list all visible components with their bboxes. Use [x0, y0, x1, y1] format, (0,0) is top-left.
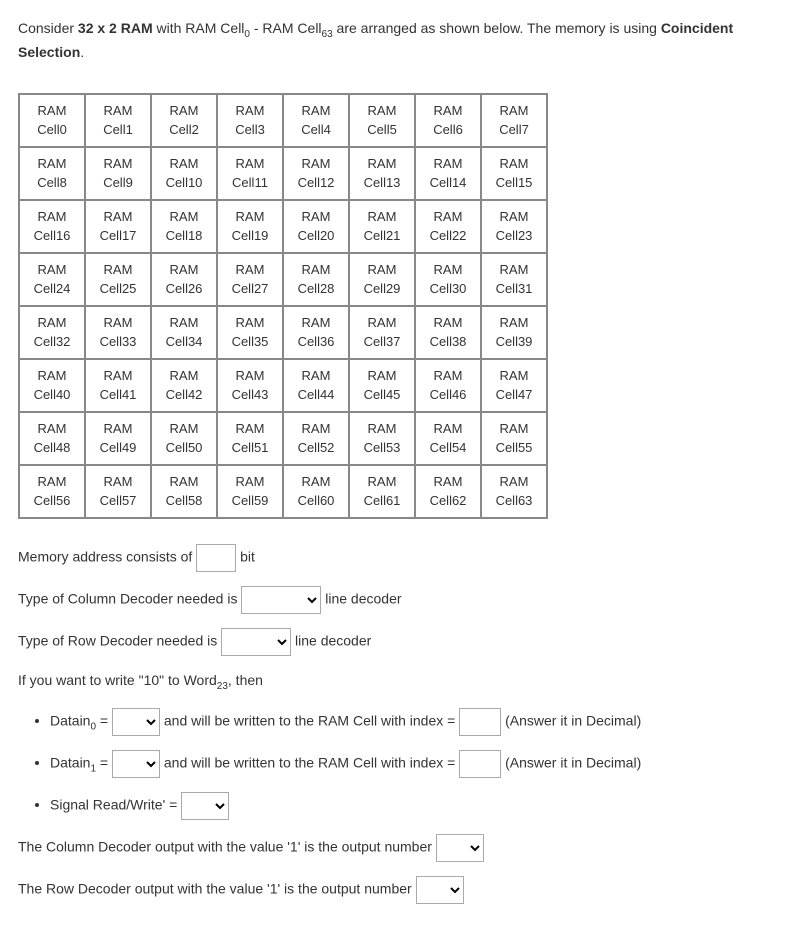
- q-write-word: If you want to write "10" to Word23, the…: [18, 670, 768, 694]
- ram-cell: RAMCell5: [349, 94, 415, 147]
- ram-cell: RAMCell34: [151, 306, 217, 359]
- intro-text: Consider 32 x 2 RAM with RAM Cell0 - RAM…: [18, 18, 768, 63]
- ram-cell: RAMCell7: [481, 94, 547, 147]
- signal-rw-item: Signal Read/Write' =: [50, 792, 768, 820]
- q-row-output: The Row Decoder output with the value '1…: [18, 876, 768, 904]
- ram-cell: RAMCell44: [283, 359, 349, 412]
- ram-cell: RAMCell52: [283, 412, 349, 465]
- ram-cell: RAMCell12: [283, 147, 349, 200]
- ram-cell: RAMCell10: [151, 147, 217, 200]
- ram-cell: RAMCell2: [151, 94, 217, 147]
- ram-cell: RAMCell13: [349, 147, 415, 200]
- ram-cell: RAMCell36: [283, 306, 349, 359]
- ram-cell: RAMCell25: [85, 253, 151, 306]
- write-items: Datain0 = and will be written to the RAM…: [18, 708, 768, 820]
- ram-cell: RAMCell15: [481, 147, 547, 200]
- ram-cell: RAMCell9: [85, 147, 151, 200]
- select-read-write[interactable]: [181, 792, 229, 820]
- ram-cell: RAMCell40: [19, 359, 85, 412]
- ram-cell: RAMCell8: [19, 147, 85, 200]
- ram-cell: RAMCell56: [19, 465, 85, 518]
- ram-cell: RAMCell30: [415, 253, 481, 306]
- ram-cell: RAMCell28: [283, 253, 349, 306]
- ram-cell: RAMCell29: [349, 253, 415, 306]
- ram-cell: RAMCell60: [283, 465, 349, 518]
- select-row-output[interactable]: [416, 876, 464, 904]
- input-datain1-index[interactable]: [459, 750, 501, 778]
- ram-cell-table: RAMCell0RAMCell1RAMCell2RAMCell3RAMCell4…: [18, 93, 548, 519]
- select-datain1[interactable]: [112, 750, 160, 778]
- ram-cell: RAMCell1: [85, 94, 151, 147]
- ram-cell: RAMCell11: [217, 147, 283, 200]
- q-column-decoder: Type of Column Decoder needed is line de…: [18, 586, 768, 614]
- ram-cell: RAMCell59: [217, 465, 283, 518]
- ram-cell: RAMCell31: [481, 253, 547, 306]
- ram-cell: RAMCell14: [415, 147, 481, 200]
- ram-cell: RAMCell53: [349, 412, 415, 465]
- ram-cell: RAMCell46: [415, 359, 481, 412]
- ram-cell: RAMCell22: [415, 200, 481, 253]
- ram-cell: RAMCell6: [415, 94, 481, 147]
- select-column-output[interactable]: [436, 834, 484, 862]
- ram-cell: RAMCell50: [151, 412, 217, 465]
- ram-cell: RAMCell3: [217, 94, 283, 147]
- q-column-output: The Column Decoder output with the value…: [18, 834, 768, 862]
- ram-cell: RAMCell21: [349, 200, 415, 253]
- ram-cell: RAMCell37: [349, 306, 415, 359]
- ram-cell: RAMCell48: [19, 412, 85, 465]
- ram-cell: RAMCell41: [85, 359, 151, 412]
- ram-cell: RAMCell43: [217, 359, 283, 412]
- ram-cell: RAMCell16: [19, 200, 85, 253]
- ram-cell: RAMCell33: [85, 306, 151, 359]
- ram-cell: RAMCell4: [283, 94, 349, 147]
- ram-cell: RAMCell27: [217, 253, 283, 306]
- ram-cell: RAMCell58: [151, 465, 217, 518]
- datain1-item: Datain1 = and will be written to the RAM…: [50, 750, 768, 778]
- ram-cell: RAMCell32: [19, 306, 85, 359]
- ram-cell: RAMCell54: [415, 412, 481, 465]
- ram-cell: RAMCell38: [415, 306, 481, 359]
- datain0-item: Datain0 = and will be written to the RAM…: [50, 708, 768, 736]
- ram-cell: RAMCell20: [283, 200, 349, 253]
- ram-cell: RAMCell45: [349, 359, 415, 412]
- ram-cell: RAMCell17: [85, 200, 151, 253]
- q-row-decoder: Type of Row Decoder needed is line decod…: [18, 628, 768, 656]
- select-column-decoder[interactable]: [241, 586, 321, 614]
- ram-cell: RAMCell18: [151, 200, 217, 253]
- ram-cell: RAMCell51: [217, 412, 283, 465]
- select-datain0[interactable]: [112, 708, 160, 736]
- ram-cell: RAMCell63: [481, 465, 547, 518]
- ram-cell: RAMCell35: [217, 306, 283, 359]
- ram-cell: RAMCell26: [151, 253, 217, 306]
- ram-cell: RAMCell39: [481, 306, 547, 359]
- ram-cell: RAMCell42: [151, 359, 217, 412]
- ram-cell: RAMCell55: [481, 412, 547, 465]
- ram-cell: RAMCell57: [85, 465, 151, 518]
- input-address-bits[interactable]: [196, 544, 236, 572]
- q-memory-address: Memory address consists of bit: [18, 544, 768, 572]
- select-row-decoder[interactable]: [221, 628, 291, 656]
- input-datain0-index[interactable]: [459, 708, 501, 736]
- ram-cell: RAMCell19: [217, 200, 283, 253]
- ram-cell: RAMCell62: [415, 465, 481, 518]
- ram-cell: RAMCell0: [19, 94, 85, 147]
- ram-cell: RAMCell24: [19, 253, 85, 306]
- ram-cell: RAMCell47: [481, 359, 547, 412]
- ram-cell: RAMCell23: [481, 200, 547, 253]
- ram-cell: RAMCell61: [349, 465, 415, 518]
- ram-cell: RAMCell49: [85, 412, 151, 465]
